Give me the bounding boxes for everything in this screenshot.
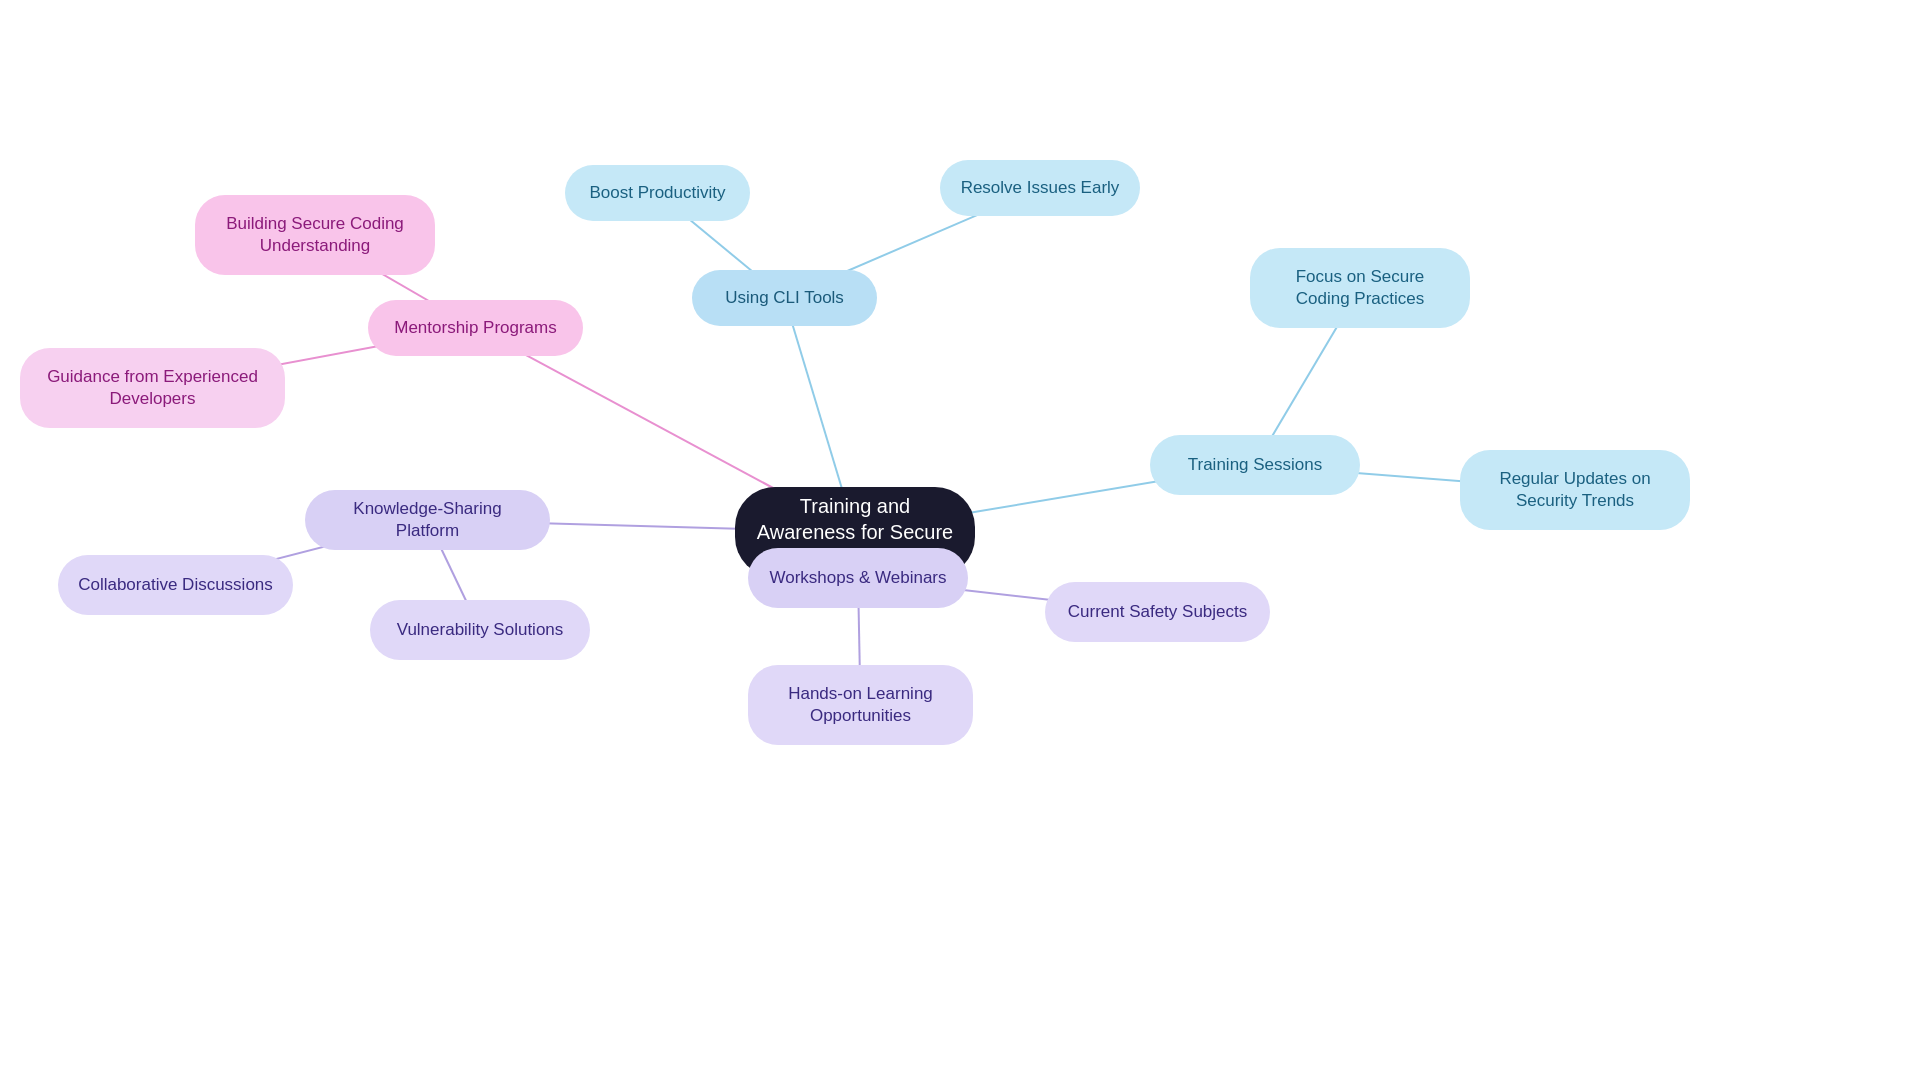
node-vulnerability-solutions: Vulnerability Solutions — [370, 600, 590, 660]
node-knowledge-sharing: Knowledge-Sharing Platform — [305, 490, 550, 550]
node-resolve-issues-early: Resolve Issues Early — [940, 160, 1140, 216]
node-hands-on-learning: Hands-on Learning Opportunities — [748, 665, 973, 745]
node-regular-updates: Regular Updates on Security Trends — [1460, 450, 1690, 530]
node-training-sessions: Training Sessions — [1150, 435, 1360, 495]
node-building-secure-coding: Building Secure Coding Understanding — [195, 195, 435, 275]
node-focus-secure-coding: Focus on Secure Coding Practices — [1250, 248, 1470, 328]
node-boost-productivity: Boost Productivity — [565, 165, 750, 221]
node-workshops-webinars: Workshops & Webinars — [748, 548, 968, 608]
node-current-safety-subjects: Current Safety Subjects — [1045, 582, 1270, 642]
node-guidance-experienced: Guidance from Experienced Developers — [20, 348, 285, 428]
node-collaborative-discussions: Collaborative Discussions — [58, 555, 293, 615]
mindmap-container: Training and Awareness for Secure Coding… — [0, 0, 1920, 1083]
node-using-cli-tools: Using CLI Tools — [692, 270, 877, 326]
node-mentorship-programs: Mentorship Programs — [368, 300, 583, 356]
